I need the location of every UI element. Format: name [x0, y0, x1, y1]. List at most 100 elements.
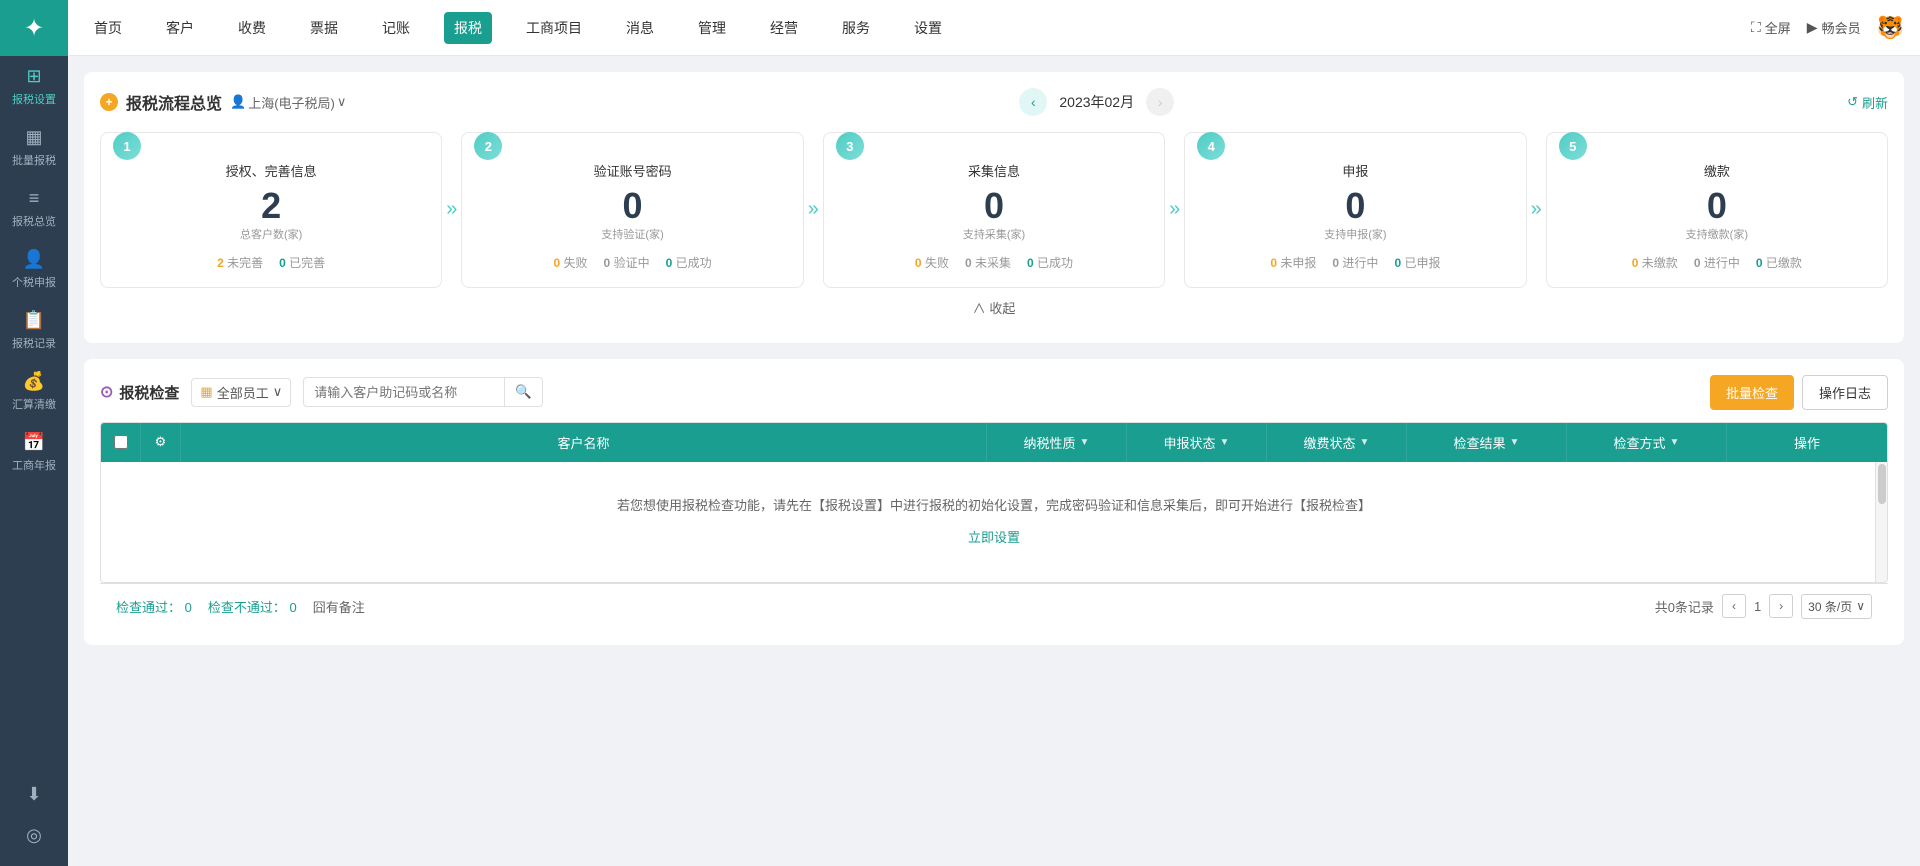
chevron-down-icon: ∨ — [337, 94, 347, 110]
arrow-4: » — [1527, 132, 1546, 288]
step-stats-4: 0 未申报 0 进行中 0 已申报 — [1201, 254, 1509, 271]
tax-overview-icon: ≡ — [29, 188, 40, 209]
pass-value[interactable]: 0 — [185, 600, 192, 615]
step-count-5: 0 — [1563, 186, 1871, 226]
sidebar-item-settlement[interactable]: 💰 汇算清缴 — [0, 361, 68, 422]
month-nav: ‹ 2023年02月 › — [1019, 88, 1174, 116]
topnav-clients[interactable]: 客户 — [156, 12, 204, 44]
step-sublabel-1: 总客户数(家) — [117, 226, 425, 242]
table-scrollbar[interactable] — [1875, 462, 1887, 582]
fullscreen-btn[interactable]: ⛶ 全屏 — [1751, 18, 1791, 37]
step-count-2: 0 — [478, 186, 786, 226]
flow-steps: 1 授权、完善信息 2 总客户数(家) 2 未完善 0 已完善 — [100, 132, 1888, 288]
step-count-4: 0 — [1201, 186, 1509, 226]
step-name-1: 授权、完善信息 — [117, 161, 425, 180]
topnav-items: 首页 客户 收费 票据 记账 报税 工商项目 消息 管理 经营 服务 设置 — [84, 12, 1751, 44]
step-count-3: 0 — [840, 186, 1148, 226]
step-num-3: 3 — [836, 132, 864, 160]
step-sublabel-4: 支持申报(家) — [1201, 226, 1509, 242]
flow-step-4: 4 申报 0 支持申报(家) 0 未申报 0 进行中 — [1184, 132, 1526, 288]
step-num-2: 2 — [474, 132, 502, 160]
sidebar-item-annual-report[interactable]: 📅 工商年报 — [0, 422, 68, 483]
tax-check-table: ⚙ 客户名称 纳税性质 ▼ 申报状态 ▼ 缴费状态 ▼ — [100, 422, 1888, 583]
sidebar-item-download[interactable]: ⬇ — [0, 774, 68, 815]
settlement-icon: 💰 — [23, 371, 45, 392]
th-settings[interactable]: ⚙ — [141, 423, 181, 462]
topnav-invoices[interactable]: 票据 — [300, 12, 348, 44]
topnav-services[interactable]: 服务 — [832, 12, 880, 44]
batch-tax-icon: ▦ — [25, 127, 42, 148]
tax-records-icon: 📋 — [23, 310, 45, 331]
topnav-operations[interactable]: 经营 — [760, 12, 808, 44]
operation-log-button[interactable]: 操作日志 — [1802, 375, 1888, 410]
member-btn[interactable]: ▶ 畅会员 — [1807, 18, 1861, 37]
topnav-tax[interactable]: 报税 — [444, 12, 492, 44]
check-header: ⊙ 报税检查 ▦ 全部员工 ∨ 🔍 批量检查 操作日志 — [100, 375, 1888, 410]
prev-month-btn[interactable]: ‹ — [1019, 88, 1047, 116]
app-logo[interactable]: ✦ — [0, 0, 68, 56]
th-check-result[interactable]: 检查结果 ▼ — [1407, 423, 1567, 462]
stat-verifying: 0 验证中 — [604, 254, 650, 271]
sidebar-item-tax-records[interactable]: 📋 报税记录 — [0, 300, 68, 361]
stat-success: 0 已成功 — [666, 254, 712, 271]
sidebar-item-individual-tax[interactable]: 👤 个税申报 — [0, 239, 68, 300]
topnav-right: ⛶ 全屏 ▶ 畅会员 🐯 — [1751, 15, 1904, 41]
per-page-selector[interactable]: 30 条/页 ∨ — [1801, 594, 1872, 619]
collapse-btn[interactable]: ∧ 收起 — [100, 288, 1888, 327]
step-stats-2: 0 失败 0 验证中 0 已成功 — [478, 254, 786, 271]
step-name-4: 申报 — [1201, 161, 1509, 180]
avatar[interactable]: 🐯 — [1877, 15, 1904, 41]
pass-stat: 检查通过： 0 — [116, 597, 192, 616]
step-num-1: 1 — [113, 132, 141, 160]
topnav-accounting[interactable]: 记账 — [372, 12, 420, 44]
sidebar-item-batch-tax[interactable]: ▦ 批量报税 — [0, 117, 68, 178]
setup-link[interactable]: 立即设置 — [968, 530, 1020, 545]
next-page-btn[interactable]: › — [1769, 594, 1793, 618]
step-num-5: 5 — [1559, 132, 1587, 160]
next-month-btn[interactable]: › — [1146, 88, 1174, 116]
stat-filed: 0 已申报 — [1394, 254, 1440, 271]
staff-filter[interactable]: ▦ 全部员工 ∨ — [191, 378, 291, 407]
topnav-fees[interactable]: 收费 — [228, 12, 276, 44]
select-all-checkbox[interactable] — [114, 435, 128, 449]
arrow-2: » — [804, 132, 823, 288]
th-checkbox[interactable] — [101, 423, 141, 462]
settings-icon: ⚙ — [155, 434, 167, 450]
flow-title-icon: + — [100, 93, 118, 111]
flow-step-1: 1 授权、完善信息 2 总客户数(家) 2 未完善 0 已完善 — [100, 132, 442, 288]
arrow-3: » — [1165, 132, 1184, 288]
search-box: 🔍 — [303, 377, 543, 407]
check-circle-icon: ⊙ — [100, 382, 113, 402]
batch-check-button[interactable]: 批量检查 — [1710, 375, 1794, 410]
footer-pagination: 共0条记录 ‹ 1 › 30 条/页 ∨ — [1655, 594, 1872, 619]
step-stats-1: 2 未完善 0 已完善 — [117, 254, 425, 271]
prev-page-btn[interactable]: ‹ — [1722, 594, 1746, 618]
topnav-management[interactable]: 管理 — [688, 12, 736, 44]
search-button[interactable]: 🔍 — [504, 378, 542, 406]
th-filing-status[interactable]: 申报状态 ▼ — [1127, 423, 1267, 462]
table-footer: 检查通过： 0 检查不通过： 0 囧有备注 共0条记录 ‹ 1 › 30 条/页… — [100, 583, 1888, 629]
filter-icon-1: ▼ — [1080, 437, 1090, 448]
sidebar-item-tax-overview[interactable]: ≡ 报税总览 — [0, 178, 68, 239]
location-person-icon: 👤 — [230, 94, 246, 110]
stat-paying: 0 进行中 — [1694, 254, 1740, 271]
topnav-commerce[interactable]: 工商项目 — [516, 12, 592, 44]
fail-value[interactable]: 0 — [290, 600, 297, 615]
step-stats-3: 0 失败 0 未采集 0 已成功 — [840, 254, 1148, 271]
refresh-icon: ↺ — [1847, 94, 1858, 110]
search-input[interactable] — [304, 379, 504, 406]
topnav-home[interactable]: 首页 — [84, 12, 132, 44]
filter-chevron-icon: ∨ — [273, 384, 283, 400]
sidebar-item-location[interactable]: ◎ — [0, 815, 68, 856]
topnav-settings[interactable]: 设置 — [904, 12, 952, 44]
refresh-btn[interactable]: ↺ 刷新 — [1847, 93, 1888, 112]
th-check-method[interactable]: 检查方式 ▼ — [1567, 423, 1727, 462]
th-payment-status[interactable]: 缴费状态 ▼ — [1267, 423, 1407, 462]
check-actions: 批量检查 操作日志 — [1710, 375, 1888, 410]
sidebar-item-tax-settings[interactable]: ⊞ 报税设置 — [0, 56, 68, 117]
filter-icon-5: ▼ — [1670, 437, 1680, 448]
topnav-messages[interactable]: 消息 — [616, 12, 664, 44]
th-tax-nature[interactable]: 纳税性质 ▼ — [987, 423, 1127, 462]
th-client-name[interactable]: 客户名称 — [181, 423, 987, 462]
location-selector[interactable]: 👤 上海(电子税局) ∨ — [230, 93, 346, 112]
